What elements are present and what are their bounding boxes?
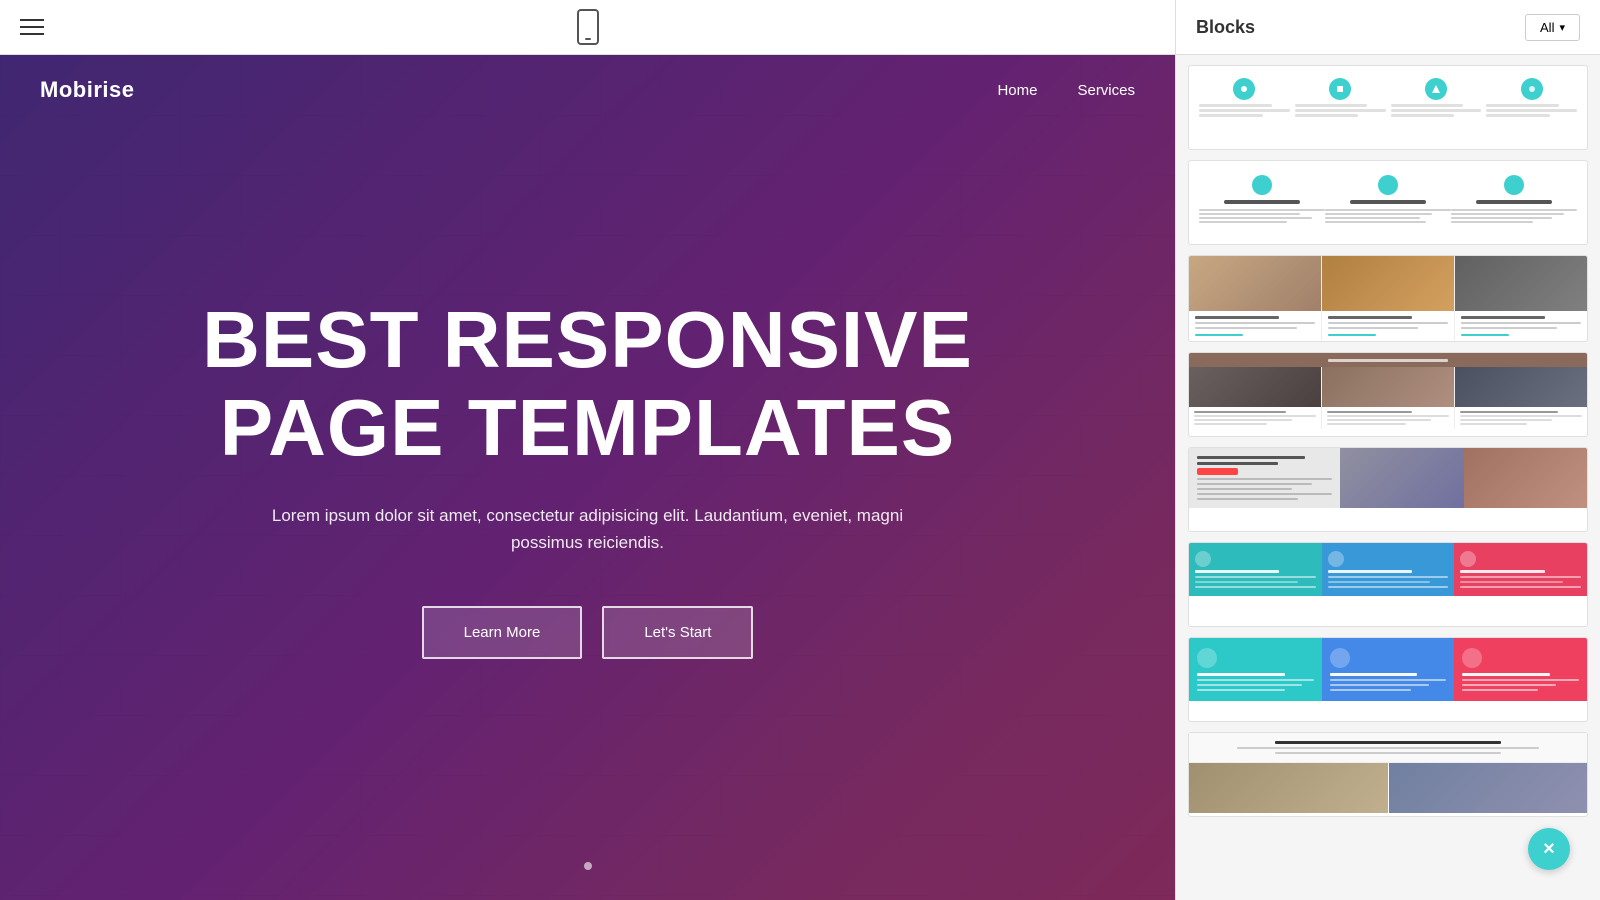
block-1-icon xyxy=(1233,78,1255,100)
block-7-card xyxy=(1322,638,1455,701)
block-8-top xyxy=(1189,733,1587,763)
block-6-card xyxy=(1189,543,1322,596)
block-thumb-news-conference[interactable] xyxy=(1188,447,1588,532)
blocks-list[interactable] xyxy=(1176,55,1600,900)
hero-nav: Mobirise Home Services xyxy=(0,55,1175,125)
panel-header: Blocks All xyxy=(1176,0,1600,55)
nav-link-home[interactable]: Home xyxy=(997,82,1037,99)
block-3-card xyxy=(1189,256,1321,341)
block-2-item xyxy=(1451,175,1577,223)
block-thumb-colored-tiles[interactable] xyxy=(1188,637,1588,722)
block-7-card xyxy=(1189,638,1322,701)
block-1-item xyxy=(1295,78,1386,119)
carousel-dot xyxy=(584,862,592,870)
block-4-card xyxy=(1189,367,1321,429)
nav-link-services[interactable]: Services xyxy=(1077,82,1135,99)
block-thumb-features-circles[interactable] xyxy=(1188,160,1588,245)
hero-subtitle: Lorem ipsum dolor sit amet, consectetur … xyxy=(238,502,938,556)
block-6-card xyxy=(1454,543,1587,596)
block-1-item xyxy=(1486,78,1577,119)
right-panel: Blocks All xyxy=(1175,0,1600,900)
block-1-icon xyxy=(1521,78,1543,100)
block-1-lines xyxy=(1391,104,1482,119)
nav-brand: Mobirise xyxy=(40,77,134,103)
block-thumb-colorful-features[interactable] xyxy=(1188,542,1588,627)
learn-more-button[interactable]: Learn More xyxy=(422,606,583,659)
block-1-lines xyxy=(1295,104,1386,119)
block-1-lines xyxy=(1199,104,1290,119)
hero-title: BEST RESPONSIVE PAGE TEMPLATES xyxy=(202,296,973,472)
hero-content: BEST RESPONSIVE PAGE TEMPLATES Lorem ips… xyxy=(0,55,1175,900)
block-1-icon xyxy=(1425,78,1447,100)
mobile-device-toggle[interactable] xyxy=(577,9,599,45)
hero-section: Mobirise Home Services BEST RESPONSIVE P… xyxy=(0,55,1175,900)
block-1-lines xyxy=(1486,104,1577,119)
block-4-card xyxy=(1455,367,1587,429)
hamburger-menu-button[interactable] xyxy=(20,19,44,35)
block-5-left xyxy=(1189,448,1340,508)
block-thumb-features-icons[interactable] xyxy=(1188,65,1588,150)
block-4-card xyxy=(1321,367,1455,429)
block-3-card xyxy=(1321,256,1455,341)
block-thumb-blog-cards[interactable] xyxy=(1188,352,1588,437)
block-3-card xyxy=(1455,256,1587,341)
block-1-item xyxy=(1391,78,1482,119)
block-6-card xyxy=(1322,543,1455,596)
block-5-right xyxy=(1340,448,1587,508)
nav-links: Home Services xyxy=(997,82,1135,99)
panel-title: Blocks xyxy=(1196,17,1255,38)
phone-icon xyxy=(577,9,599,45)
close-button[interactable]: × xyxy=(1528,828,1570,870)
hero-buttons: Learn More Let's Start xyxy=(422,606,754,659)
canvas-area: Mobirise Home Services BEST RESPONSIVE P… xyxy=(0,55,1175,900)
block-2-item xyxy=(1199,175,1325,223)
block-1-icon xyxy=(1329,78,1351,100)
top-toolbar xyxy=(0,0,1175,55)
block-thumb-image-cards[interactable] xyxy=(1188,255,1588,342)
block-7-card xyxy=(1454,638,1587,701)
lets-start-button[interactable]: Let's Start xyxy=(602,606,753,659)
block-2-item xyxy=(1325,175,1451,223)
block-1-item xyxy=(1199,78,1290,119)
editor-area: Mobirise Home Services BEST RESPONSIVE P… xyxy=(0,0,1175,900)
filter-button[interactable]: All xyxy=(1525,14,1580,41)
block-thumb-article-preview[interactable] xyxy=(1188,732,1588,817)
